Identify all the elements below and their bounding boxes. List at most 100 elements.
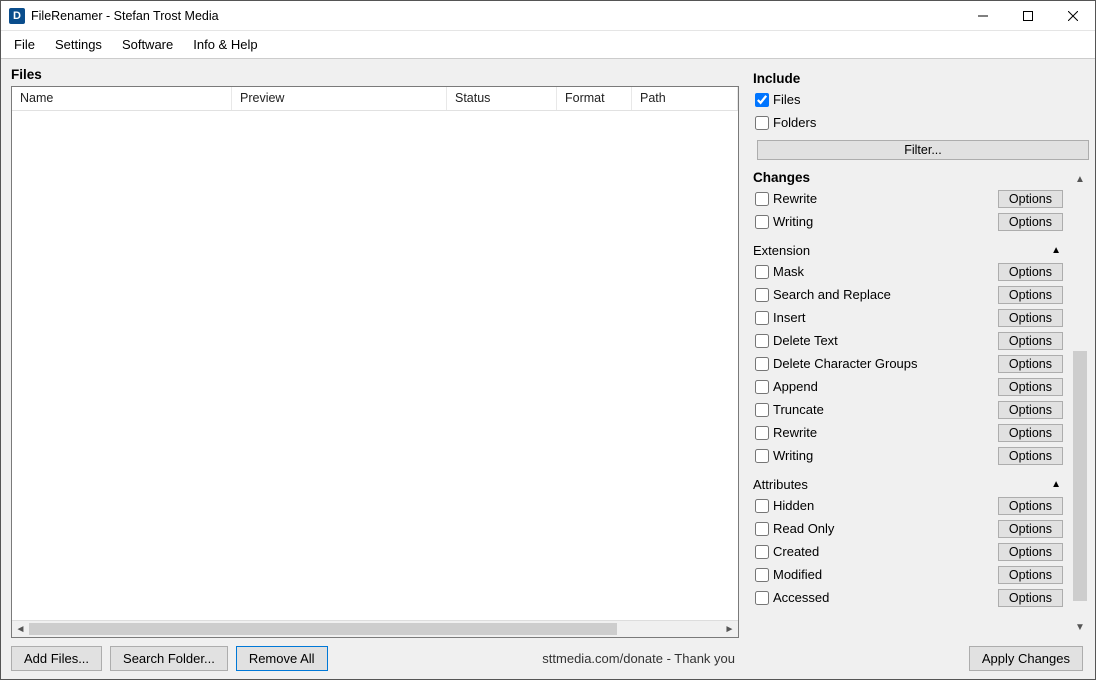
- files-section-title: Files: [11, 67, 739, 82]
- created-row: Created Options: [753, 540, 1071, 563]
- vscroll-track[interactable]: [1071, 188, 1089, 618]
- include-files-checkbox[interactable]: [755, 93, 769, 107]
- append-options-button[interactable]: Options: [998, 378, 1063, 396]
- col-path[interactable]: Path: [632, 87, 738, 110]
- insert-checkbox[interactable]: [755, 311, 769, 325]
- maximize-button[interactable]: [1005, 1, 1050, 31]
- include-files-label: Files: [773, 92, 1089, 107]
- search-folder-button[interactable]: Search Folder...: [110, 646, 228, 671]
- scroll-down-icon[interactable]: ▼: [1071, 618, 1089, 636]
- client-area: Files Name Preview Status Format Path ◄ …: [1, 59, 1095, 679]
- truncate-options-button[interactable]: Options: [998, 401, 1063, 419]
- files-pane: Files Name Preview Status Format Path ◄ …: [1, 59, 747, 679]
- listview-hscrollbar[interactable]: ◄ ►: [12, 620, 738, 637]
- search-replace-checkbox[interactable]: [755, 288, 769, 302]
- include-files-row: Files: [753, 88, 1089, 111]
- append-checkbox[interactable]: [755, 380, 769, 394]
- filter-button[interactable]: Filter...: [757, 140, 1089, 160]
- close-button[interactable]: [1050, 1, 1095, 31]
- attributes-label: Attributes: [753, 477, 808, 492]
- mask-options-button[interactable]: Options: [998, 263, 1063, 281]
- search-replace-row: Search and Replace Options: [753, 283, 1071, 306]
- changes-title: Changes: [753, 170, 1071, 185]
- extension-collapse-icon[interactable]: ▲: [1051, 245, 1071, 256]
- col-name[interactable]: Name: [12, 87, 232, 110]
- truncate-checkbox[interactable]: [755, 403, 769, 417]
- writing-checkbox[interactable]: [755, 215, 769, 229]
- hidden-checkbox[interactable]: [755, 499, 769, 513]
- col-preview[interactable]: Preview: [232, 87, 447, 110]
- rewrite-options-button[interactable]: Options: [998, 190, 1063, 208]
- ext-writing-checkbox[interactable]: [755, 449, 769, 463]
- writing-label: Writing: [773, 214, 998, 229]
- extension-subtitle[interactable]: Extension ▲: [753, 243, 1071, 258]
- insert-options-button[interactable]: Options: [998, 309, 1063, 327]
- scroll-thumb[interactable]: [29, 623, 617, 635]
- menu-file[interactable]: File: [5, 33, 44, 56]
- ext-rewrite-options-button[interactable]: Options: [998, 424, 1063, 442]
- accessed-checkbox[interactable]: [755, 591, 769, 605]
- scroll-track[interactable]: [29, 621, 721, 637]
- scroll-left-icon[interactable]: ◄: [12, 621, 29, 637]
- delete-text-label: Delete Text: [773, 333, 998, 348]
- window-title: FileRenamer - Stefan Trost Media: [31, 9, 960, 23]
- attributes-collapse-icon[interactable]: ▲: [1051, 479, 1071, 490]
- add-files-button[interactable]: Add Files...: [11, 646, 102, 671]
- search-replace-options-button[interactable]: Options: [998, 286, 1063, 304]
- col-format[interactable]: Format: [557, 87, 632, 110]
- scroll-up-icon[interactable]: ▲: [1071, 170, 1089, 188]
- accessed-options-button[interactable]: Options: [998, 589, 1063, 607]
- delete-char-groups-row: Delete Character Groups Options: [753, 352, 1071, 375]
- minimize-button[interactable]: [960, 1, 1005, 31]
- hidden-row: Hidden Options: [753, 494, 1071, 517]
- modified-label: Modified: [773, 567, 998, 582]
- menu-software[interactable]: Software: [113, 33, 182, 56]
- mask-row: Mask Options: [753, 260, 1071, 283]
- writing-options-button[interactable]: Options: [998, 213, 1063, 231]
- accessed-row: Accessed Options: [753, 586, 1071, 609]
- include-title: Include: [753, 71, 1089, 86]
- donate-text: sttmedia.com/donate - Thank you: [542, 651, 739, 666]
- delete-char-groups-checkbox[interactable]: [755, 357, 769, 371]
- truncate-label: Truncate: [773, 402, 998, 417]
- delete-text-options-button[interactable]: Options: [998, 332, 1063, 350]
- remove-all-button[interactable]: Remove All: [236, 646, 328, 671]
- menu-settings[interactable]: Settings: [46, 33, 111, 56]
- options-pane: Include Files Folders Filter... Changes …: [747, 59, 1095, 679]
- delete-text-row: Delete Text Options: [753, 329, 1071, 352]
- read-only-checkbox[interactable]: [755, 522, 769, 536]
- files-listview[interactable]: Name Preview Status Format Path ◄ ►: [11, 86, 739, 638]
- include-folders-checkbox[interactable]: [755, 116, 769, 130]
- ext-writing-options-button[interactable]: Options: [998, 447, 1063, 465]
- filter-row: Filter...: [757, 140, 1089, 160]
- created-options-button[interactable]: Options: [998, 543, 1063, 561]
- listview-body[interactable]: [12, 111, 738, 620]
- col-status[interactable]: Status: [447, 87, 557, 110]
- vscroll-thumb[interactable]: [1073, 351, 1087, 600]
- append-label: Append: [773, 379, 998, 394]
- read-only-label: Read Only: [773, 521, 998, 536]
- attributes-subtitle[interactable]: Attributes ▲: [753, 477, 1071, 492]
- scroll-right-icon[interactable]: ►: [721, 621, 738, 637]
- modified-checkbox[interactable]: [755, 568, 769, 582]
- ext-writing-label: Writing: [773, 448, 998, 463]
- modified-options-button[interactable]: Options: [998, 566, 1063, 584]
- delete-text-checkbox[interactable]: [755, 334, 769, 348]
- menu-info-help[interactable]: Info & Help: [184, 33, 266, 56]
- rewrite-checkbox[interactable]: [755, 192, 769, 206]
- options-vscrollbar[interactable]: ▲ ▼: [1071, 170, 1089, 636]
- window-controls: [960, 1, 1095, 31]
- delete-char-groups-options-button[interactable]: Options: [998, 355, 1063, 373]
- modified-row: Modified Options: [753, 563, 1071, 586]
- rewrite-row: Rewrite Options: [753, 187, 1071, 210]
- hidden-options-button[interactable]: Options: [998, 497, 1063, 515]
- include-folders-label: Folders: [773, 115, 1089, 130]
- ext-rewrite-checkbox[interactable]: [755, 426, 769, 440]
- created-checkbox[interactable]: [755, 545, 769, 559]
- apply-changes-button[interactable]: Apply Changes: [969, 646, 1083, 671]
- changes-scroll-area: Changes Rewrite Options Writing Options …: [753, 170, 1089, 636]
- mask-checkbox[interactable]: [755, 265, 769, 279]
- read-only-options-button[interactable]: Options: [998, 520, 1063, 538]
- search-replace-label: Search and Replace: [773, 287, 998, 302]
- extension-label: Extension: [753, 243, 810, 258]
